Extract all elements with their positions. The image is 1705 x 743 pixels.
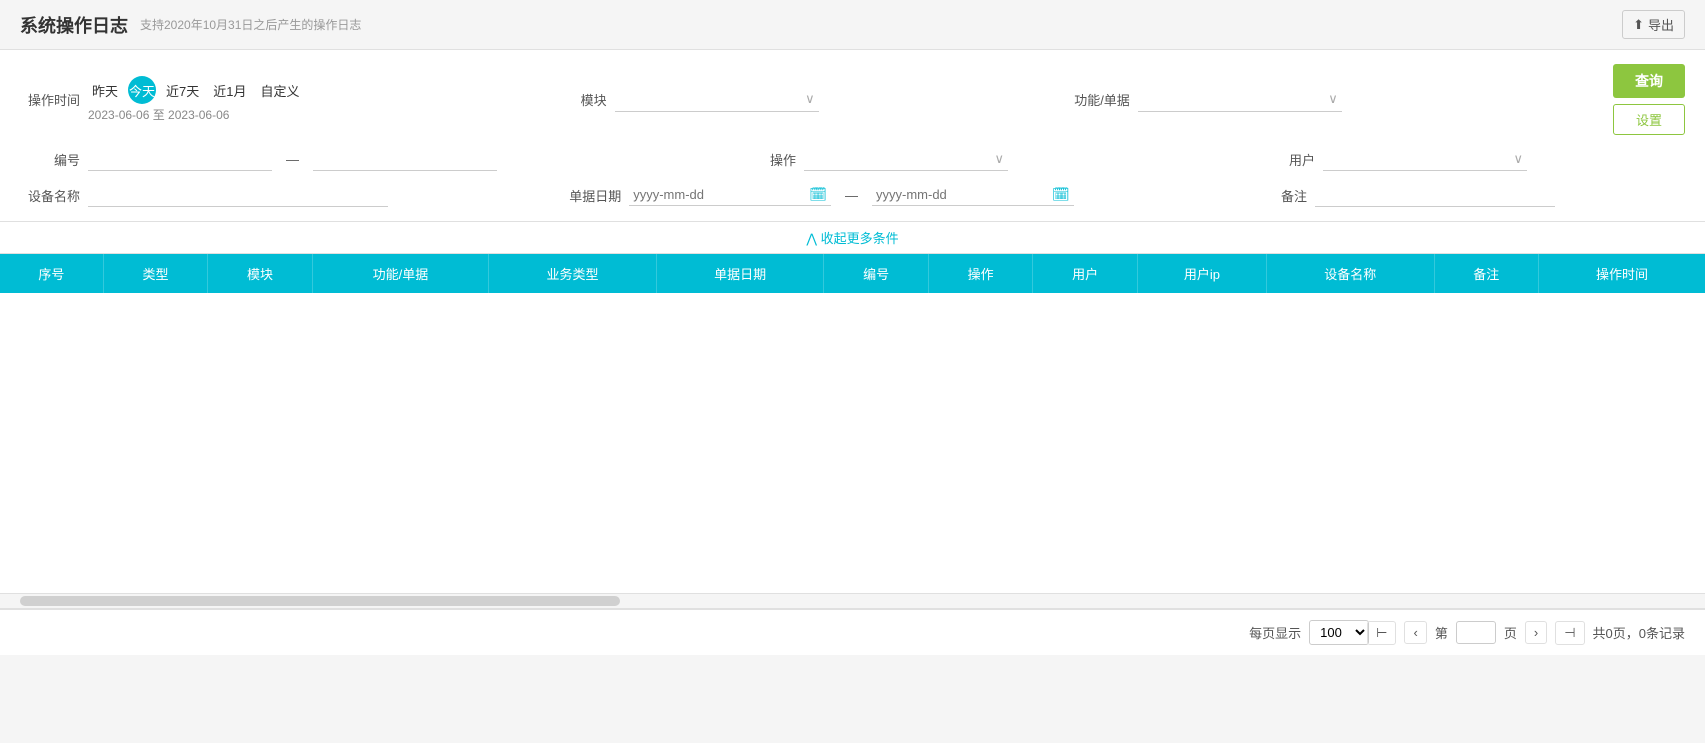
filter-row-1: 操作时间 昨天 今天 近7天 近1月 自定义 2023-06-06 至 2023… bbox=[20, 64, 1685, 135]
col-operation: 操作 bbox=[928, 254, 1032, 293]
current-page-input[interactable]: 1 bbox=[1456, 621, 1496, 644]
table-header-row: 序号 类型 模块 功能/单据 业务类型 单据日期 编号 操作 用户 用户ip 设… bbox=[0, 254, 1705, 293]
time-range-display: 2023-06-06 至 2023-06-06 bbox=[88, 106, 304, 123]
date-end-input[interactable] bbox=[876, 187, 1052, 202]
pagination-bar: 每页显示 100 50 200 500 ⊢ ‹ 第 1 页 › ⊣ 共0页，0条… bbox=[0, 609, 1705, 655]
col-user-ip: 用户ip bbox=[1137, 254, 1266, 293]
prev-page-button[interactable]: ‹ bbox=[1404, 621, 1426, 644]
last-page-button[interactable]: ⊣ bbox=[1555, 621, 1584, 645]
time-buttons: 昨天 今天 近7天 近1月 自定义 2023-06-06 至 2023-06-0… bbox=[88, 76, 304, 123]
filter-area: 操作时间 昨天 今天 近7天 近1月 自定义 2023-06-06 至 2023… bbox=[0, 50, 1705, 222]
remark-filter-group: 备注 bbox=[1247, 183, 1555, 207]
col-code: 编号 bbox=[824, 254, 928, 293]
scrollbar-area[interactable] bbox=[0, 593, 1705, 609]
collapse-label: 收起更多条件 bbox=[821, 231, 899, 246]
time-btn-7days[interactable]: 近7天 bbox=[162, 79, 203, 102]
col-remark: 备注 bbox=[1434, 254, 1538, 293]
col-op-time: 操作时间 bbox=[1539, 254, 1705, 293]
device-filter-group: 设备名称 bbox=[20, 183, 388, 207]
operation-filter-group: 操作 ∨ bbox=[736, 147, 1016, 171]
col-func: 功能/单据 bbox=[312, 254, 488, 293]
operation-label: 操作 bbox=[736, 150, 796, 169]
empty-data-area bbox=[0, 293, 1705, 593]
doc-date-filter-group: 单据日期 🗓 — 🗓 bbox=[561, 184, 1074, 206]
remark-input[interactable] bbox=[1315, 183, 1555, 207]
filter-row-2: 编号 — 操作 ∨ 用户 ∨ bbox=[20, 147, 1685, 171]
col-type: 类型 bbox=[103, 254, 207, 293]
settings-button[interactable]: 设置 bbox=[1613, 104, 1685, 135]
user-filter-group: 用户 ∨ bbox=[1255, 147, 1555, 171]
code-input-start[interactable] bbox=[88, 147, 272, 171]
device-input[interactable] bbox=[88, 183, 388, 207]
table-container: 序号 类型 模块 功能/单据 业务类型 单据日期 编号 操作 用户 用户ip 设… bbox=[0, 254, 1705, 593]
module-select[interactable] bbox=[615, 88, 819, 111]
col-biz-type: 业务类型 bbox=[489, 254, 657, 293]
page-title: 系统操作日志 bbox=[20, 12, 128, 38]
date-start-input[interactable] bbox=[633, 187, 809, 202]
user-select[interactable] bbox=[1323, 147, 1527, 170]
func-label: 功能/单据 bbox=[1070, 90, 1130, 109]
user-select-wrapper: ∨ bbox=[1323, 147, 1527, 171]
export-button[interactable]: ⬆ 导出 bbox=[1622, 10, 1685, 39]
first-page-button[interactable]: ⊢ bbox=[1367, 621, 1396, 645]
module-select-wrapper: ∨ bbox=[615, 88, 819, 112]
action-buttons: 查询 设置 bbox=[1613, 64, 1685, 135]
next-page-button[interactable]: › bbox=[1525, 621, 1547, 644]
remark-label: 备注 bbox=[1247, 186, 1307, 205]
time-btn-custom[interactable]: 自定义 bbox=[256, 79, 303, 102]
per-page-label: 每页显示 bbox=[1249, 623, 1301, 642]
func-select-wrapper: ∨ bbox=[1138, 88, 1342, 112]
operation-select-wrapper: ∨ bbox=[804, 147, 1008, 171]
code-separator: — bbox=[280, 152, 305, 167]
operation-select[interactable] bbox=[804, 147, 1008, 170]
page-unit-label: 页 bbox=[1504, 623, 1517, 642]
total-records-label: 共0页，0条记录 bbox=[1593, 623, 1685, 642]
date-start-wrapper: 🗓 bbox=[629, 184, 831, 206]
per-page-select[interactable]: 100 50 200 500 bbox=[1309, 620, 1369, 645]
user-label: 用户 bbox=[1255, 150, 1315, 169]
time-btn-yesterday[interactable]: 昨天 bbox=[88, 79, 122, 102]
date-separator: — bbox=[839, 188, 864, 203]
col-user: 用户 bbox=[1033, 254, 1137, 293]
date-end-wrapper: 🗓 bbox=[872, 184, 1074, 206]
module-label: 模块 bbox=[547, 90, 607, 109]
col-module: 模块 bbox=[208, 254, 312, 293]
page-prefix-label: 第 bbox=[1435, 623, 1448, 642]
code-label: 编号 bbox=[20, 150, 80, 169]
export-icon: ⬆ bbox=[1633, 17, 1644, 33]
func-select[interactable] bbox=[1138, 88, 1342, 111]
filter-row-3: 设备名称 单据日期 🗓 — 🗓 备注 bbox=[20, 183, 1685, 207]
horizontal-scrollbar[interactable] bbox=[20, 596, 620, 606]
module-filter-group: 模块 ∨ bbox=[547, 88, 827, 112]
page-header: 系统操作日志 支持2020年10月31日之后产生的操作日志 ⬆ 导出 bbox=[0, 0, 1705, 50]
code-input-end[interactable] bbox=[313, 147, 497, 171]
query-button[interactable]: 查询 bbox=[1613, 64, 1685, 98]
calendar-end-icon[interactable]: 🗓 bbox=[1052, 186, 1070, 203]
time-label: 操作时间 bbox=[20, 90, 80, 109]
collapse-bar[interactable]: ⋀ 收起更多条件 bbox=[0, 222, 1705, 254]
doc-date-label: 单据日期 bbox=[561, 186, 621, 205]
calendar-start-icon[interactable]: 🗓 bbox=[809, 186, 827, 203]
time-filter-group: 操作时间 昨天 今天 近7天 近1月 自定义 2023-06-06 至 2023… bbox=[20, 76, 304, 123]
data-table: 序号 类型 模块 功能/单据 业务类型 单据日期 编号 操作 用户 用户ip 设… bbox=[0, 254, 1705, 293]
col-doc-date: 单据日期 bbox=[656, 254, 824, 293]
col-seq: 序号 bbox=[0, 254, 103, 293]
page-subtitle: 支持2020年10月31日之后产生的操作日志 bbox=[140, 16, 361, 33]
time-btn-today[interactable]: 今天 bbox=[128, 76, 156, 104]
func-filter-group: 功能/单据 ∨ bbox=[1070, 88, 1370, 112]
time-btn-1month[interactable]: 近1月 bbox=[209, 79, 250, 102]
code-filter-group: 编号 — bbox=[20, 147, 497, 171]
col-device: 设备名称 bbox=[1266, 254, 1434, 293]
device-label: 设备名称 bbox=[20, 186, 80, 205]
collapse-icon: ⋀ bbox=[806, 231, 817, 246]
